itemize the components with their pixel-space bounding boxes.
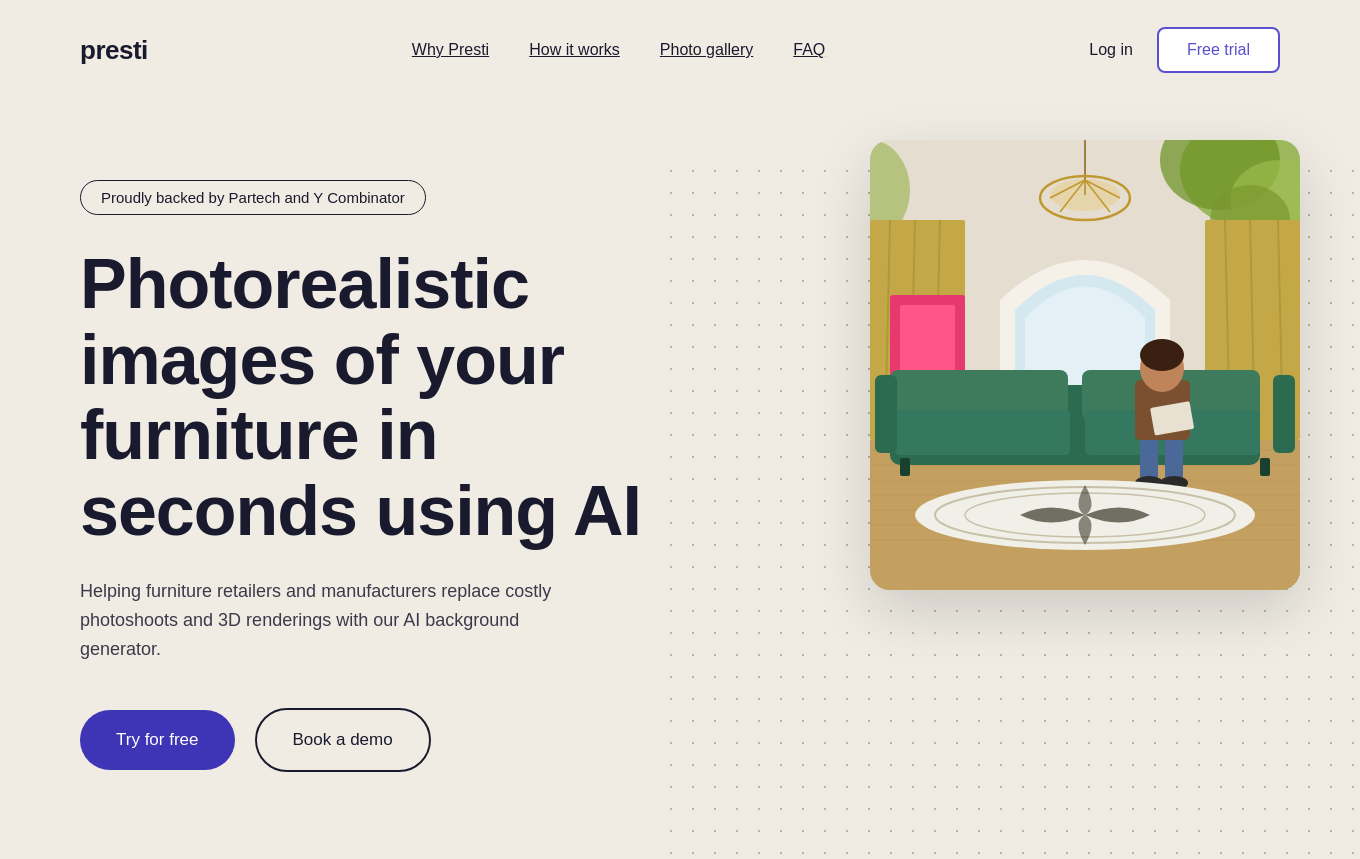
nav-right: Log in Free trial xyxy=(1089,27,1280,73)
book-demo-button[interactable]: Book a demo xyxy=(255,708,431,772)
svg-rect-41 xyxy=(1140,435,1158,480)
cta-group: Try for free Book a demo xyxy=(80,708,700,772)
badge: Proudly backed by Partech and Y Combinat… xyxy=(80,180,426,215)
svg-rect-42 xyxy=(1165,435,1183,480)
free-trial-button[interactable]: Free trial xyxy=(1157,27,1280,73)
hero-section: Proudly backed by Partech and Y Combinat… xyxy=(0,100,1360,852)
nav-faq[interactable]: FAQ xyxy=(793,41,825,58)
svg-rect-38 xyxy=(1273,375,1295,453)
nav-how-it-works[interactable]: How it works xyxy=(529,41,620,58)
svg-rect-39 xyxy=(900,458,910,476)
nav-photo-gallery[interactable]: Photo gallery xyxy=(660,41,753,58)
hero-title: Photorealistic images of your furniture … xyxy=(80,247,700,549)
login-button[interactable]: Log in xyxy=(1089,41,1133,59)
try-for-free-button[interactable]: Try for free xyxy=(80,710,235,770)
svg-point-9 xyxy=(1050,179,1120,211)
hero-content: Proudly backed by Partech and Y Combinat… xyxy=(80,160,700,772)
logo: presti xyxy=(80,35,148,66)
navbar: presti Why Presti How it works Photo gal… xyxy=(0,0,1360,100)
svg-rect-37 xyxy=(875,375,897,453)
hero-image xyxy=(870,140,1300,590)
room-illustration xyxy=(870,140,1300,590)
hero-subtitle: Helping furniture retailers and manufact… xyxy=(80,577,560,663)
svg-point-47 xyxy=(1140,339,1184,371)
nav-why-presti[interactable]: Why Presti xyxy=(412,41,489,58)
svg-rect-35 xyxy=(895,410,1070,455)
page-wrapper: presti Why Presti How it works Photo gal… xyxy=(0,0,1360,859)
svg-rect-40 xyxy=(1260,458,1270,476)
nav-links: Why Presti How it works Photo gallery FA… xyxy=(412,41,825,59)
